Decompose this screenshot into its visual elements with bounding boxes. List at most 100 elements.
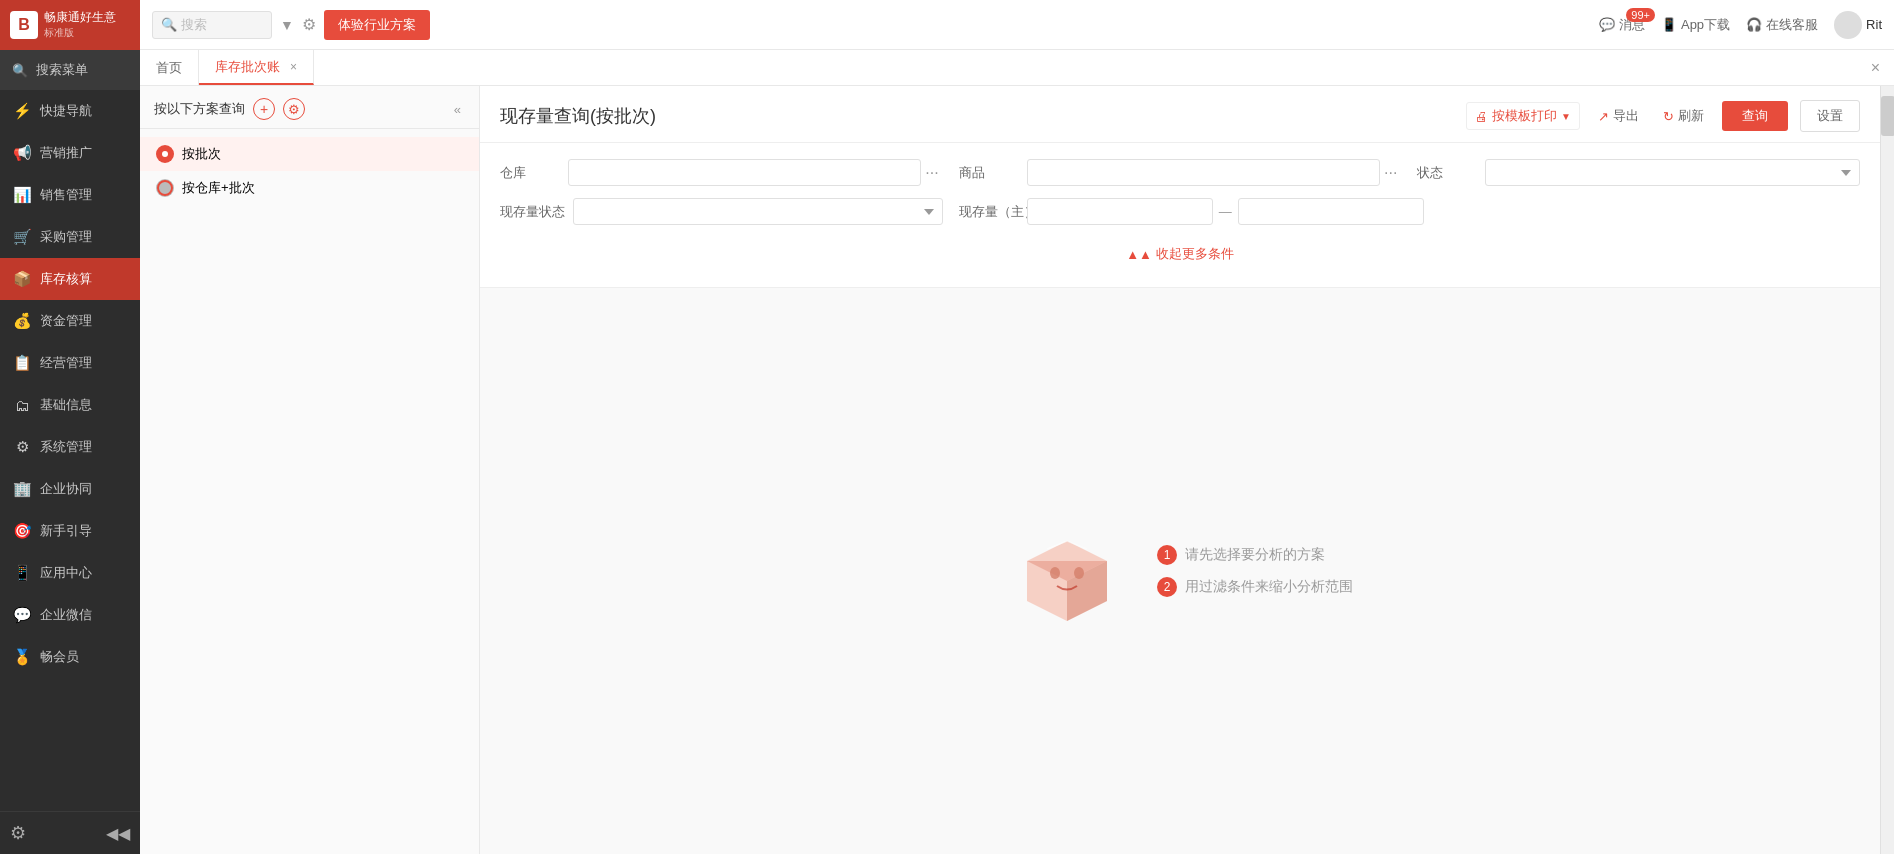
marketing-icon: 📢 <box>12 143 32 163</box>
sidebar-item-corpwx[interactable]: 💬 企业微信 <box>0 594 140 636</box>
topbar-right: 💬 消息 99+ 📱 App下载 🎧 在线客服 Rit <box>1599 11 1882 39</box>
app-name: 畅康通好生意 <box>44 10 116 26</box>
corpwx-icon: 💬 <box>12 605 32 625</box>
warehouse-input[interactable] <box>568 159 921 186</box>
sidebar-search-label: 搜索菜单 <box>36 61 88 79</box>
filter-row-2: 现存量状态 现存量（主） — <box>500 198 1860 225</box>
settings-btn[interactable]: 设置 <box>1800 100 1860 132</box>
sidebar-item-newguide[interactable]: 🎯 新手引导 <box>0 510 140 552</box>
collapse-more-btn[interactable]: ▲▲ 收起更多条件 <box>500 237 1860 271</box>
print-icon: 🖨 <box>1475 109 1488 124</box>
purchase-icon: 🛒 <box>12 227 32 247</box>
sidebar-item-search[interactable]: 🔍 搜索菜单 <box>0 50 140 90</box>
sidebar-item-quicknav[interactable]: ⚡ 快捷导航 <box>0 90 140 132</box>
product-label: 商品 <box>959 164 1019 182</box>
sidebar-item-marketing[interactable]: 📢 营销推广 <box>0 132 140 174</box>
collapse-panel-btn[interactable]: « <box>450 100 465 119</box>
phone-icon: 📱 <box>1661 17 1677 32</box>
topbar-dropdown-arrow[interactable]: ▼ <box>280 17 294 33</box>
query-btn[interactable]: 查询 <box>1722 101 1788 131</box>
scheme-settings-btn[interactable]: ⚙ <box>283 98 305 120</box>
refresh-label: 刷新 <box>1678 107 1704 125</box>
headset-icon: 🎧 <box>1746 17 1762 32</box>
sidebar-item-enterprise[interactable]: 🏢 企业协同 <box>0 468 140 510</box>
warehouse-more-icon[interactable]: ··· <box>921 164 942 182</box>
settings-icon-btn[interactable]: ⚙ <box>10 822 26 844</box>
product-more-icon[interactable]: ··· <box>1380 164 1401 182</box>
sidebar-item-label: 畅会员 <box>40 648 79 666</box>
sidebar-item-purchase[interactable]: 🛒 采购管理 <box>0 216 140 258</box>
sidebar-collapse-btn[interactable]: ◀◀ <box>106 824 130 843</box>
inventory-qty-min[interactable] <box>1027 198 1213 225</box>
empty-hint-1: 1 请先选择要分析的方案 <box>1157 545 1353 565</box>
messages-badge: 99+ <box>1626 8 1655 22</box>
online-support-btn[interactable]: 🎧 在线客服 <box>1746 16 1818 34</box>
gear-icon: ⚙ <box>288 102 300 117</box>
right-panel: 现存量查询(按批次) 🖨 按模板打印 ▼ ↗ 导出 ↻ 刷新 <box>480 86 1880 854</box>
message-icon: 💬 <box>1599 17 1615 32</box>
right-scrollbar[interactable] <box>1880 86 1894 854</box>
sidebar-item-label: 新手引导 <box>40 522 92 540</box>
tab-close-btn[interactable]: × <box>290 60 297 74</box>
messages-btn[interactable]: 💬 消息 99+ <box>1599 16 1645 34</box>
scheme-item-warehouse-batch[interactable]: 按仓库+批次 <box>140 171 479 205</box>
finance-icon: 💰 <box>12 311 32 331</box>
main-area: 🔍 搜索 ▼ ⚙ 体验行业方案 💬 消息 99+ 📱 App下载 🎧 在线客服 <box>140 0 1894 854</box>
industry-solution-btn[interactable]: 体验行业方案 <box>324 10 430 40</box>
print-btn[interactable]: 🖨 按模板打印 ▼ <box>1466 102 1580 130</box>
hint-num-2: 2 <box>1157 577 1177 597</box>
scheme-radio-warehouse-batch <box>157 180 173 196</box>
sales-icon: 📊 <box>12 185 32 205</box>
sidebar-item-label: 库存核算 <box>40 270 92 288</box>
topbar-gear-btn[interactable]: ⚙ <box>302 15 316 34</box>
empty-hint-2: 2 用过滤条件来缩小分析范围 <box>1157 577 1353 597</box>
online-support-label: 在线客服 <box>1766 16 1818 34</box>
sidebar-item-member[interactable]: 🏅 畅会员 <box>0 636 140 678</box>
tab-inventory-batch[interactable]: 库存批次账 × <box>199 50 314 85</box>
warehouse-label: 仓库 <box>500 164 560 182</box>
operations-icon: 📋 <box>12 353 32 373</box>
sidebar-item-label: 应用中心 <box>40 564 92 582</box>
sidebar-item-basics[interactable]: 🗂 基础信息 <box>0 384 140 426</box>
print-dropdown-icon: ▼ <box>1561 111 1571 122</box>
page-actions: 🖨 按模板打印 ▼ ↗ 导出 ↻ 刷新 查询 设置 <box>1466 100 1860 132</box>
product-input[interactable] <box>1027 159 1380 186</box>
refresh-btn[interactable]: ↻ 刷新 <box>1657 103 1710 129</box>
tab-home-label: 首页 <box>156 59 182 77</box>
sidebar-item-finance[interactable]: 💰 资金管理 <box>0 300 140 342</box>
empty-hints: 1 请先选择要分析的方案 2 用过滤条件来缩小分析范围 <box>1157 545 1353 597</box>
scrollbar-thumb[interactable] <box>1881 96 1895 136</box>
sidebar-item-sales[interactable]: 📊 销售管理 <box>0 174 140 216</box>
scheme-icon-warehouse-batch <box>156 179 174 197</box>
print-label: 按模板打印 <box>1492 107 1557 125</box>
sidebar-item-label: 企业微信 <box>40 606 92 624</box>
topbar-search[interactable]: 🔍 搜索 <box>152 11 272 39</box>
sidebar-item-label: 经营管理 <box>40 354 92 372</box>
sidebar-item-label: 营销推广 <box>40 144 92 162</box>
quicknav-icon: ⚡ <box>12 101 32 121</box>
inventory-qty-max[interactable] <box>1238 198 1424 225</box>
sidebar-header: B 畅康通好生意 标准版 <box>0 0 140 50</box>
export-btn[interactable]: ↗ 导出 <box>1592 103 1645 129</box>
scheme-item-batch[interactable]: 按批次 <box>140 137 479 171</box>
basics-icon: 🗂 <box>12 395 32 415</box>
panel-close-btn[interactable]: × <box>1857 59 1894 77</box>
left-panel-title: 按以下方案查询 <box>154 100 245 118</box>
sidebar-item-operations[interactable]: 📋 经营管理 <box>0 342 140 384</box>
sidebar-item-system[interactable]: ⚙ 系统管理 <box>0 426 140 468</box>
hint-text-1: 请先选择要分析的方案 <box>1185 546 1325 564</box>
sidebar-item-label: 基础信息 <box>40 396 92 414</box>
system-icon: ⚙ <box>12 437 32 457</box>
user-menu[interactable]: Rit <box>1834 11 1882 39</box>
inventory-status-label: 现存量状态 <box>500 203 565 221</box>
status-select[interactable] <box>1485 159 1860 186</box>
sidebar-item-appcenter[interactable]: 📱 应用中心 <box>0 552 140 594</box>
range-separator: — <box>1219 204 1232 219</box>
add-scheme-btn[interactable]: + <box>253 98 275 120</box>
tab-home[interactable]: 首页 <box>140 50 199 85</box>
inventory-status-select[interactable] <box>573 198 943 225</box>
app-download-btn[interactable]: 📱 App下载 <box>1661 16 1730 34</box>
sidebar-item-inventory[interactable]: 📦 库存核算 <box>0 258 140 300</box>
tab-inventory-batch-label: 库存批次账 <box>215 58 280 76</box>
app-edition: 标准版 <box>44 26 116 40</box>
